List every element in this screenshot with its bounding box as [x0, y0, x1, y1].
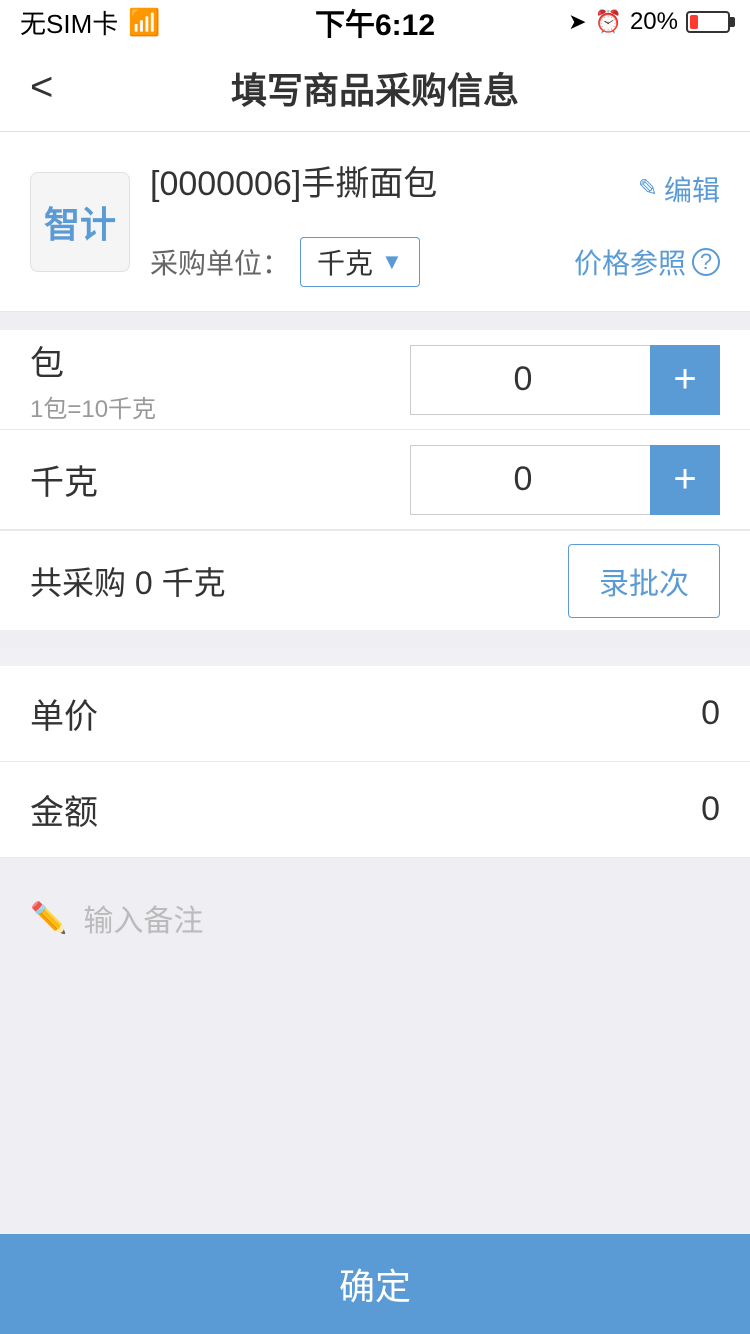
- price-section: 单价 0 金额 0: [0, 666, 750, 858]
- back-button[interactable]: <: [30, 65, 53, 110]
- edit-label: 编辑: [664, 169, 720, 209]
- summary-text: 共采购 0 千克: [30, 558, 226, 604]
- price-ref-button[interactable]: 价格参照 ?: [574, 242, 720, 282]
- location-icon: ➤: [568, 9, 586, 35]
- divider-1: [0, 312, 750, 330]
- amount-value: 0: [701, 790, 720, 829]
- amount-label: 金额: [30, 785, 98, 834]
- amount-row: 金额 0: [0, 762, 750, 858]
- carrier-text: 无SIM卡: [20, 4, 118, 41]
- kg-input-row: 千克 +: [0, 430, 750, 530]
- product-info: [0000006]手撕面包 ✎ 编辑 采购单位： 千克 ▼ 价格参照 ?: [150, 156, 720, 287]
- pencil-icon: ✏️: [30, 901, 67, 936]
- bao-input-right: +: [410, 345, 720, 415]
- battery-percent: 20%: [630, 8, 678, 36]
- kg-label-group: 千克: [30, 455, 98, 504]
- status-time: 下午6:12: [315, 0, 435, 44]
- product-logo: 智计: [40, 182, 120, 262]
- unit-price-label: 单价: [30, 689, 98, 738]
- product-unit-row: 采购单位： 千克 ▼ 价格参照 ?: [150, 237, 720, 287]
- status-right: ➤ ⏰ 20%: [568, 8, 730, 36]
- remark-section[interactable]: ✏️ 输入备注: [0, 858, 750, 978]
- status-left: 无SIM卡 📶: [20, 4, 161, 41]
- bao-plus-button[interactable]: +: [650, 345, 720, 415]
- edit-button[interactable]: ✎ 编辑: [638, 169, 720, 209]
- bao-quantity-input[interactable]: [410, 345, 650, 415]
- remark-placeholder: 输入备注: [83, 896, 203, 940]
- nav-bar: < 填写商品采购信息: [0, 44, 750, 132]
- unit-select[interactable]: 千克 ▼: [300, 237, 420, 287]
- input-section: 包 1包=10千克 + 千克 +: [0, 330, 750, 530]
- kg-quantity-input[interactable]: [410, 445, 650, 515]
- unit-price-row: 单价 0: [0, 666, 750, 762]
- unit-value: 千克: [317, 242, 373, 282]
- bao-sub-label: 1包=10千克: [30, 389, 156, 424]
- confirm-button-label: 确定: [339, 1258, 411, 1310]
- divider-2: [0, 630, 750, 648]
- product-image: 智计: [30, 172, 130, 272]
- kg-main-label: 千克: [30, 455, 98, 504]
- purchase-unit-label: 采购单位：: [150, 242, 290, 282]
- summary-row: 共采购 0 千克 录批次: [0, 530, 750, 630]
- record-batch-button[interactable]: 录批次: [568, 544, 720, 618]
- dropdown-arrow-icon: ▼: [381, 249, 403, 275]
- battery-icon: [686, 11, 730, 33]
- bao-label-group: 包 1包=10千克: [30, 336, 156, 424]
- alarm-icon: ⏰: [595, 9, 622, 35]
- edit-icon: ✎: [638, 174, 658, 203]
- bottom-spacer: [0, 978, 750, 1278]
- bao-input-row: 包 1包=10千克 +: [0, 330, 750, 430]
- confirm-bar[interactable]: 确定: [0, 1234, 750, 1334]
- status-bar: 无SIM卡 📶 下午6:12 ➤ ⏰ 20%: [0, 0, 750, 44]
- unit-price-value: 0: [701, 694, 720, 733]
- bao-main-label: 包: [30, 336, 156, 385]
- product-name: [0000006]手撕面包: [150, 156, 437, 205]
- kg-plus-button[interactable]: +: [650, 445, 720, 515]
- price-ref-help-icon: ?: [692, 248, 720, 276]
- price-ref-label: 价格参照: [574, 242, 686, 282]
- page-title: 填写商品采购信息: [231, 62, 519, 114]
- product-card: 智计 [0000006]手撕面包 ✎ 编辑 采购单位： 千克 ▼ 价格参照 ?: [0, 132, 750, 312]
- owl-logo-text: 智计: [44, 196, 116, 248]
- kg-input-right: +: [410, 445, 720, 515]
- wifi-icon: 📶: [128, 7, 160, 38]
